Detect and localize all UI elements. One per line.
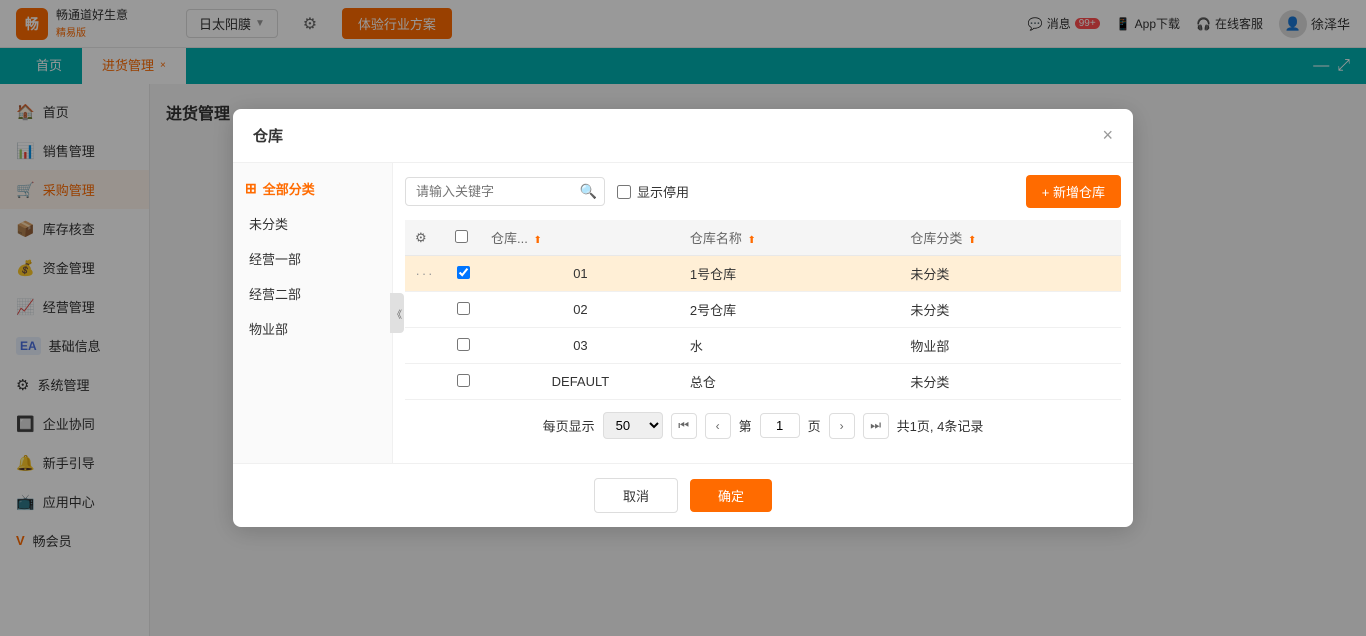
table-toolbar: 🔍 显示停用 + 新增仓库 bbox=[405, 175, 1121, 208]
table-container: ⚙ 仓库... ⬆ 仓库名称 ⬆ bbox=[405, 220, 1121, 400]
row-gear[interactable]: ··· bbox=[405, 256, 445, 292]
row-check[interactable] bbox=[445, 292, 481, 328]
category-item-uncategorized[interactable]: 未分类 bbox=[233, 206, 392, 241]
row-category: 未分类 bbox=[900, 256, 1121, 292]
row-name: 2号仓库 bbox=[680, 292, 901, 328]
grid-icon: ⊞ bbox=[245, 180, 257, 197]
col-header-check bbox=[445, 220, 481, 256]
table-row[interactable]: 03 水 物业部 bbox=[405, 328, 1121, 364]
row-code: 02 bbox=[481, 292, 680, 328]
sort-name-icon[interactable]: ⬆ bbox=[747, 235, 755, 246]
modal-title: 仓库 bbox=[253, 125, 283, 146]
row-check[interactable] bbox=[445, 256, 481, 292]
search-input[interactable] bbox=[405, 177, 605, 206]
table-row[interactable]: 02 2号仓库 未分类 bbox=[405, 292, 1121, 328]
col-header-code: 仓库... ⬆ bbox=[481, 220, 680, 256]
pagination: 每页显示 102050100 ⏮ ‹ 第 页 › ⏭ 共1页, 4条记录 bbox=[405, 400, 1121, 451]
table-row[interactable]: DEFAULT 总仓 未分类 bbox=[405, 364, 1121, 400]
table-head: ⚙ 仓库... ⬆ 仓库名称 ⬆ bbox=[405, 220, 1121, 256]
select-all-checkbox[interactable] bbox=[455, 230, 468, 243]
table-header-row: ⚙ 仓库... ⬆ 仓库名称 ⬆ bbox=[405, 220, 1121, 256]
col-header-gear: ⚙ bbox=[405, 220, 445, 256]
row-gear[interactable] bbox=[405, 292, 445, 328]
warehouse-table: ⚙ 仓库... ⬆ 仓库名称 ⬆ bbox=[405, 220, 1121, 400]
next-page-button[interactable]: › bbox=[829, 413, 855, 439]
row-code: DEFAULT bbox=[481, 364, 680, 400]
last-page-button[interactable]: ⏭ bbox=[863, 413, 889, 439]
add-warehouse-button[interactable]: + 新增仓库 bbox=[1026, 175, 1121, 208]
row-checkbox[interactable] bbox=[457, 338, 470, 351]
modal-footer: 取消 确定 bbox=[233, 463, 1133, 527]
page-number-input[interactable] bbox=[760, 413, 800, 438]
search-wrap: 🔍 bbox=[405, 177, 605, 206]
first-page-button[interactable]: ⏮ bbox=[671, 413, 697, 439]
warehouse-modal: 仓库 × ⊞ 全部分类 未分类 经营一部 经营二部 物业部 《 bbox=[233, 109, 1133, 527]
modal-close-button[interactable]: × bbox=[1102, 125, 1113, 146]
row-checkbox[interactable] bbox=[457, 302, 470, 315]
row-action-dots[interactable]: ··· bbox=[416, 266, 435, 281]
sort-category-icon[interactable]: ⬆ bbox=[968, 235, 976, 246]
total-info: 共1页, 4条记录 bbox=[897, 416, 984, 435]
col-header-name: 仓库名称 ⬆ bbox=[680, 220, 901, 256]
category-collapse-button[interactable]: 《 bbox=[390, 293, 404, 333]
row-category: 未分类 bbox=[900, 364, 1121, 400]
modal-overlay: 仓库 × ⊞ 全部分类 未分类 经营一部 经营二部 物业部 《 bbox=[0, 0, 1366, 636]
col-header-category: 仓库分类 ⬆ bbox=[900, 220, 1121, 256]
row-gear[interactable] bbox=[405, 364, 445, 400]
row-code: 03 bbox=[481, 328, 680, 364]
show-disabled-checkbox[interactable] bbox=[617, 185, 631, 199]
category-item-ops1[interactable]: 经营一部 bbox=[233, 241, 392, 276]
row-gear[interactable] bbox=[405, 328, 445, 364]
show-disabled-label: 显示停用 bbox=[617, 182, 689, 201]
sort-code-icon[interactable]: ⬆ bbox=[533, 235, 541, 246]
row-name: 1号仓库 bbox=[680, 256, 901, 292]
table-panel: 🔍 显示停用 + 新增仓库 ⚙ bbox=[393, 163, 1133, 463]
category-all[interactable]: ⊞ 全部分类 bbox=[233, 171, 392, 206]
row-check[interactable] bbox=[445, 328, 481, 364]
category-item-ops2[interactable]: 经营二部 bbox=[233, 276, 392, 311]
category-item-property[interactable]: 物业部 bbox=[233, 311, 392, 346]
search-icon[interactable]: 🔍 bbox=[580, 183, 597, 200]
row-name: 水 bbox=[680, 328, 901, 364]
row-name: 总仓 bbox=[680, 364, 901, 400]
category-panel: ⊞ 全部分类 未分类 经营一部 经营二部 物业部 《 bbox=[233, 163, 393, 463]
modal-body: ⊞ 全部分类 未分类 经营一部 经营二部 物业部 《 🔍 bbox=[233, 163, 1133, 463]
confirm-button[interactable]: 确定 bbox=[690, 479, 772, 512]
cancel-button[interactable]: 取消 bbox=[594, 478, 678, 513]
row-code: 01 bbox=[481, 256, 680, 292]
row-check[interactable] bbox=[445, 364, 481, 400]
row-category: 物业部 bbox=[900, 328, 1121, 364]
prev-page-button[interactable]: ‹ bbox=[705, 413, 731, 439]
table-body: ··· 01 1号仓库 未分类 02 2号仓库 未分类 bbox=[405, 256, 1121, 400]
row-category: 未分类 bbox=[900, 292, 1121, 328]
modal-header: 仓库 × bbox=[233, 109, 1133, 163]
page-size-select[interactable]: 102050100 bbox=[603, 412, 663, 439]
table-row[interactable]: ··· 01 1号仓库 未分类 bbox=[405, 256, 1121, 292]
row-checkbox[interactable] bbox=[457, 374, 470, 387]
row-checkbox[interactable] bbox=[457, 266, 470, 279]
